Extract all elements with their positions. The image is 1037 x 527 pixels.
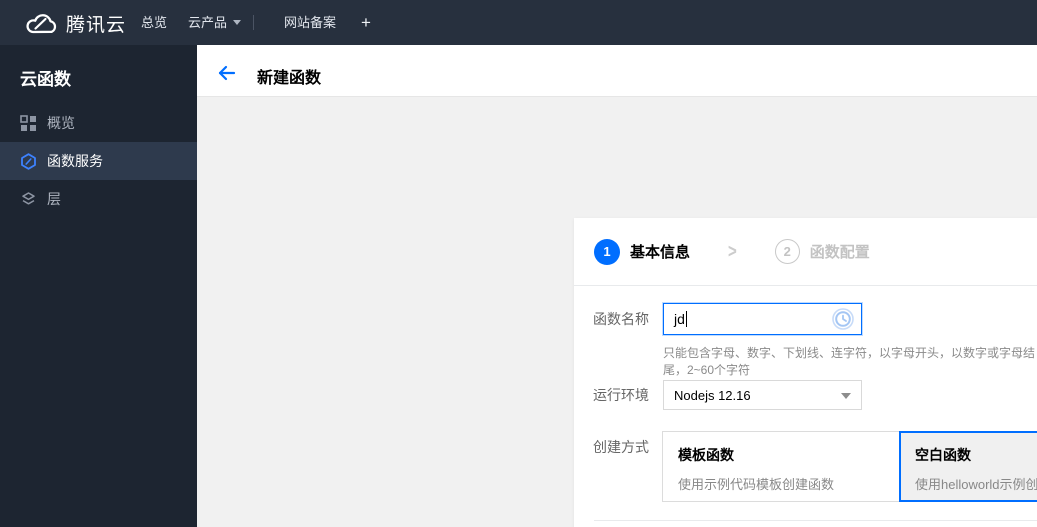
function-hexagon-icon — [21, 152, 36, 170]
step-1-number: 1 — [603, 244, 611, 259]
sidebar: 云函数 概览 函数服务 层 — [0, 45, 197, 527]
page-header — [197, 45, 1037, 97]
function-name-label: 函数名称 — [593, 311, 649, 327]
option-description: 使用helloworld示例创建空白函数 — [915, 477, 1037, 492]
option-template-function[interactable]: 模板函数 使用示例代码模板创建函数 — [662, 431, 900, 502]
function-name-hint: 只能包含字母、数字、下划线、连字符，以字母开头，以数字或字母结尾，2~60个字符 — [663, 346, 1036, 377]
sidebar-menu: 概览 函数服务 层 — [0, 104, 197, 218]
topnav-cloud-products-label: 云产品 — [188, 15, 228, 30]
sidebar-item-label: 层 — [47, 191, 61, 207]
sidebar-item-overview[interactable]: 概览 — [0, 104, 197, 142]
step-2-circle: 2 — [774, 239, 800, 264]
form-divider — [594, 520, 1037, 521]
back-arrow-button[interactable] — [216, 64, 236, 82]
option-blank-function[interactable]: 空白函数 使用helloworld示例创建空白函数 — [899, 431, 1037, 502]
brand-name: 腾讯云 — [66, 15, 127, 36]
step-1-label: 基本信息 — [630, 244, 691, 261]
page-title: 新建函数 — [257, 70, 322, 87]
step-2-number: 2 — [783, 244, 791, 259]
topnav-cloud-products[interactable]: 云产品 — [188, 0, 242, 45]
text-cursor — [685, 311, 687, 327]
sidebar-item-layers[interactable]: 层 — [0, 180, 197, 218]
sidebar-title: 云函数 — [20, 70, 71, 89]
chevron-down-icon — [233, 20, 242, 25]
grid-overview-icon — [20, 114, 36, 131]
chevron-down-icon — [841, 393, 851, 399]
clock-history-icon[interactable] — [832, 308, 854, 330]
function-name-input[interactable]: jd — [663, 303, 862, 335]
sidebar-item-label: 函数服务 — [47, 153, 103, 169]
creation-method-label: 创建方式 — [593, 439, 649, 455]
tencent-cloud-console: 腾讯云 总览 云产品 网站备案 + 云函数 概览 函数服务 层 新建函数 1 基… — [0, 0, 1037, 527]
sidebar-item-function-service[interactable]: 函数服务 — [0, 142, 197, 180]
runtime-label: 运行环境 — [593, 387, 649, 403]
sidebar-item-label: 概览 — [47, 115, 75, 131]
runtime-selected-value: Nodejs 12.16 — [674, 387, 751, 403]
topnav-website-beian[interactable]: 网站备案 — [284, 0, 336, 45]
step-1-circle: 1 — [594, 238, 620, 265]
topnav-divider — [253, 15, 254, 30]
layers-icon — [22, 191, 35, 205]
topbar: 腾讯云 总览 云产品 网站备案 + — [0, 0, 1037, 45]
function-name-value: jd — [674, 311, 685, 327]
runtime-select[interactable]: Nodejs 12.16 — [663, 380, 862, 410]
option-title: 空白函数 — [915, 447, 971, 463]
wizard-steps: 1 基本信息 > 2 函数配置 — [574, 218, 1037, 286]
create-function-card: 1 基本信息 > 2 函数配置 函数名称 jd 只能包含字母、数字、下划线、连字… — [574, 218, 1037, 527]
creation-method-options: 模板函数 使用示例代码模板创建函数 空白函数 使用helloworld示例创建空… — [662, 431, 1037, 502]
cloud-logo-icon — [26, 13, 57, 33]
content-area: 1 基本信息 > 2 函数配置 函数名称 jd 只能包含字母、数字、下划线、连字… — [197, 97, 1037, 527]
step-chevron-icon: > — [728, 240, 737, 263]
step-2-label: 函数配置 — [809, 244, 870, 261]
tencent-cloud-logo[interactable]: 腾讯云 — [24, 10, 126, 37]
option-description: 使用示例代码模板创建函数 — [678, 477, 835, 492]
option-title: 模板函数 — [678, 447, 734, 463]
topnav-add-tab-button[interactable]: + — [361, 0, 371, 45]
topnav-overview[interactable]: 总览 — [141, 0, 167, 45]
